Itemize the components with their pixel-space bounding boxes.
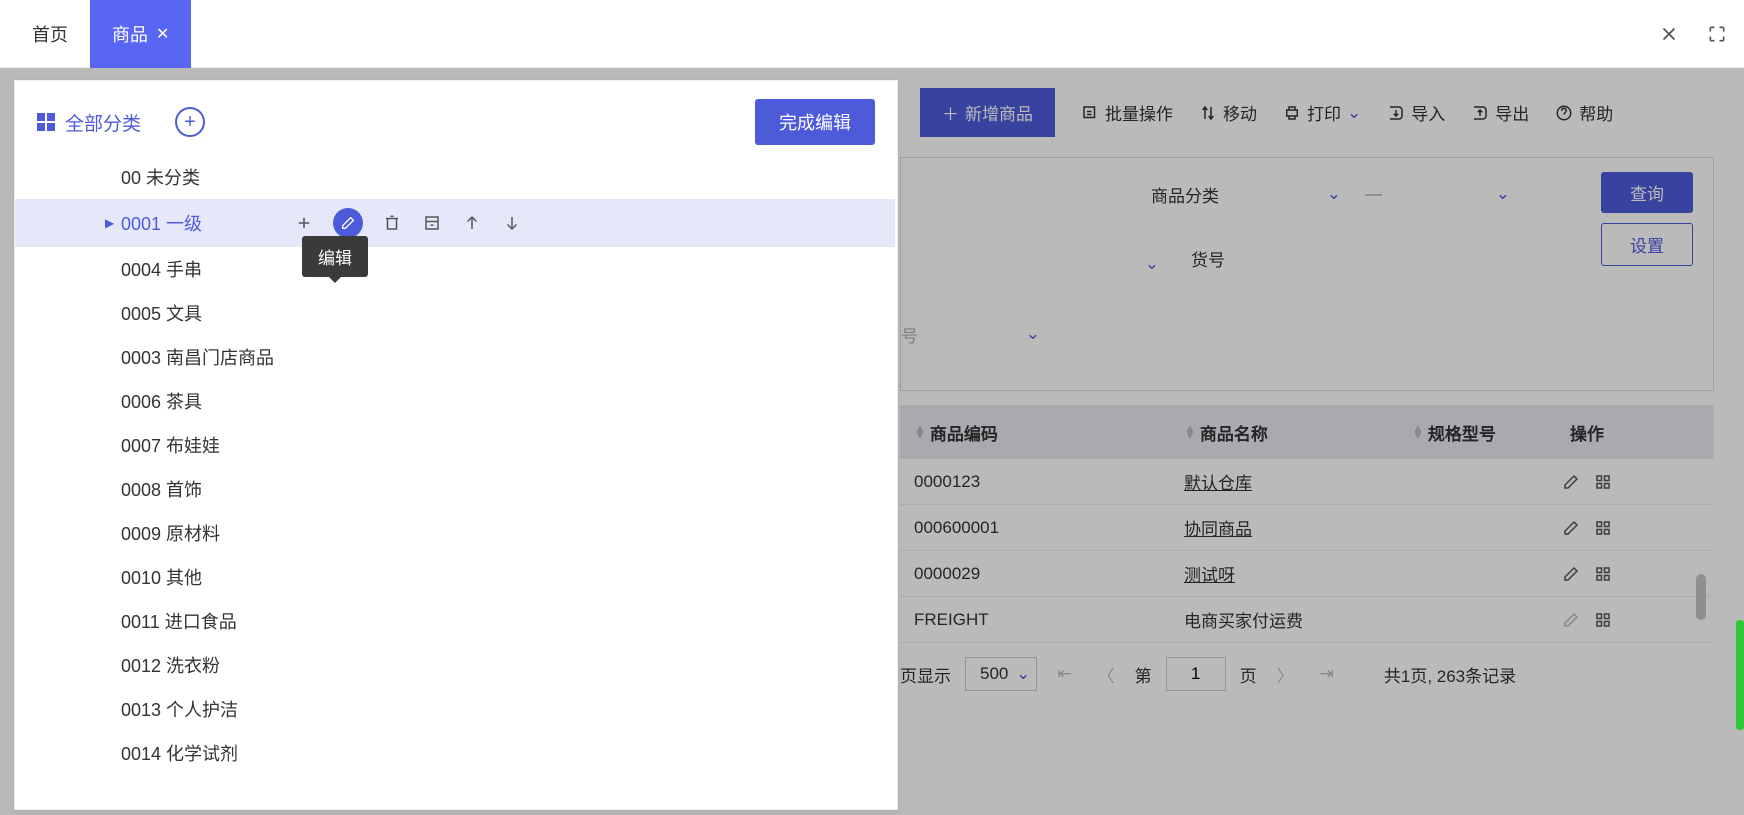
close-all-icon[interactable] [1652, 17, 1686, 51]
category-label: 0010 其他 [121, 564, 202, 590]
category-label: 0003 南昌门店商品 [121, 344, 274, 370]
category-panel: 全部分类 + 完成编辑 00 未分类 ▶ 0001 一级 0004 手串 0005 文具… [14, 80, 898, 810]
move-up-icon[interactable] [461, 212, 483, 234]
category-item[interactable]: 0014 化学试剂 [15, 731, 895, 775]
category-item[interactable]: 0008 首饰 [15, 467, 895, 511]
archive-icon[interactable] [421, 212, 443, 234]
category-label: 0012 洗衣粉 [121, 652, 220, 678]
add-category-button[interactable]: + [175, 107, 205, 137]
category-item[interactable]: 0010 其他 [15, 555, 895, 599]
category-item[interactable]: 0005 文具 [15, 291, 895, 335]
tooltip-edit: 编辑 [302, 236, 368, 277]
category-item[interactable]: 0003 南昌门店商品 [15, 335, 895, 379]
tab-home[interactable]: 首页 [10, 0, 90, 68]
close-icon[interactable]: ✕ [156, 24, 169, 44]
fullscreen-icon[interactable] [1700, 17, 1734, 51]
move-down-icon[interactable] [501, 212, 523, 234]
all-categories-button[interactable]: 全部分类 [37, 109, 141, 136]
category-label: 0014 化学试剂 [121, 740, 238, 766]
category-item[interactable]: 0013 个人护洁 [15, 687, 895, 731]
category-label: 0009 原材料 [121, 520, 220, 546]
category-label: 0013 个人护洁 [121, 696, 238, 722]
category-label: 0007 布娃娃 [121, 432, 220, 458]
category-item[interactable]: 0006 茶具 [15, 379, 895, 423]
category-label: 0011 进口食品 [121, 608, 237, 634]
category-item[interactable]: 0009 原材料 [15, 511, 895, 555]
category-label: 0005 文具 [121, 300, 202, 326]
category-item[interactable]: 0007 布娃娃 [15, 423, 895, 467]
category-label: 0001 一级 [121, 210, 202, 236]
category-item[interactable]: ▶ 0001 一级 [15, 199, 895, 247]
grid-icon [37, 113, 55, 131]
category-item[interactable]: 0004 手串 [15, 247, 895, 291]
tab-product[interactable]: 商品 ✕ [90, 0, 191, 68]
category-item[interactable]: 00 未分类 [15, 155, 895, 199]
category-item[interactable]: 0012 洗衣粉 [15, 643, 895, 687]
expand-icon[interactable]: ▶ [105, 216, 114, 230]
category-item[interactable]: 0011 进口食品 [15, 599, 895, 643]
category-label: 0004 手串 [121, 256, 202, 282]
add-child-icon[interactable] [293, 212, 315, 234]
delete-icon[interactable] [381, 212, 403, 234]
category-label: 0006 茶具 [121, 388, 202, 414]
category-list[interactable]: 00 未分类 ▶ 0001 一级 0004 手串 0005 文具 0003 南昌门店商品 0… [15, 155, 897, 795]
done-edit-button[interactable]: 完成编辑 [755, 99, 875, 145]
page-scrollbar[interactable] [1736, 620, 1744, 730]
category-label: 00 未分类 [121, 164, 200, 190]
top-tab-bar: 首页 商品 ✕ [0, 0, 1744, 68]
edit-icon[interactable] [333, 208, 363, 238]
category-label: 0008 首饰 [121, 476, 202, 502]
